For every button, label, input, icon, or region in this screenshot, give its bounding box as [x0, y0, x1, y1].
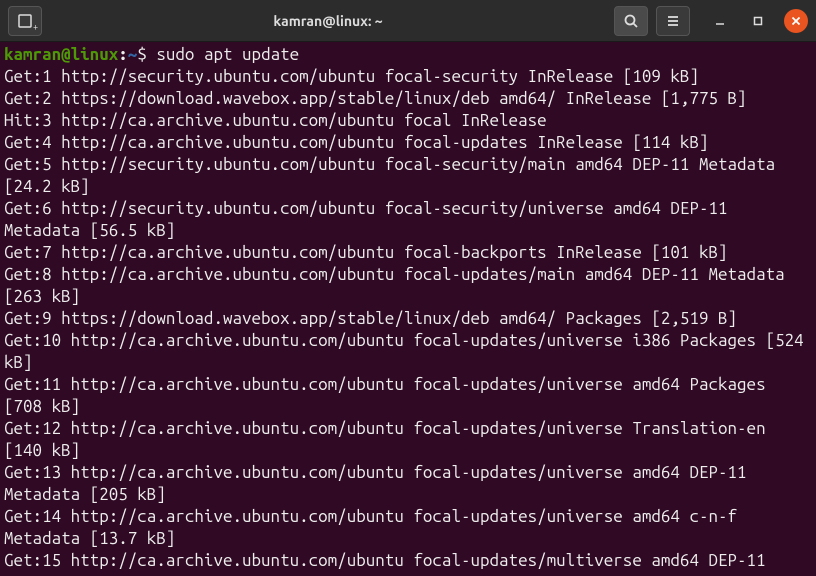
- prompt-symbol: $: [137, 45, 156, 64]
- new-tab-button[interactable]: +: [8, 6, 42, 36]
- terminal-content[interactable]: kamran@linux:~$ sudo apt update Get:1 ht…: [0, 42, 816, 574]
- window-controls: [708, 9, 808, 33]
- prompt-user-host: kamran@linux: [4, 45, 118, 64]
- maximize-button[interactable]: [746, 9, 770, 33]
- prompt-colon: :: [118, 45, 128, 64]
- titlebar: + kamran@linux: ~: [0, 0, 816, 42]
- command-text: sudo apt update: [156, 45, 299, 64]
- prompt-path: ~: [128, 45, 138, 64]
- menu-button[interactable]: [656, 6, 690, 36]
- plus-icon: +: [33, 23, 38, 32]
- minimize-button[interactable]: [708, 9, 732, 33]
- close-button[interactable]: [784, 9, 808, 33]
- header-controls: [614, 6, 808, 36]
- window-title: kamran@linux: ~: [42, 10, 614, 32]
- search-button[interactable]: [614, 6, 648, 36]
- output-block: Get:1 http://security.ubuntu.com/ubuntu …: [4, 67, 813, 570]
